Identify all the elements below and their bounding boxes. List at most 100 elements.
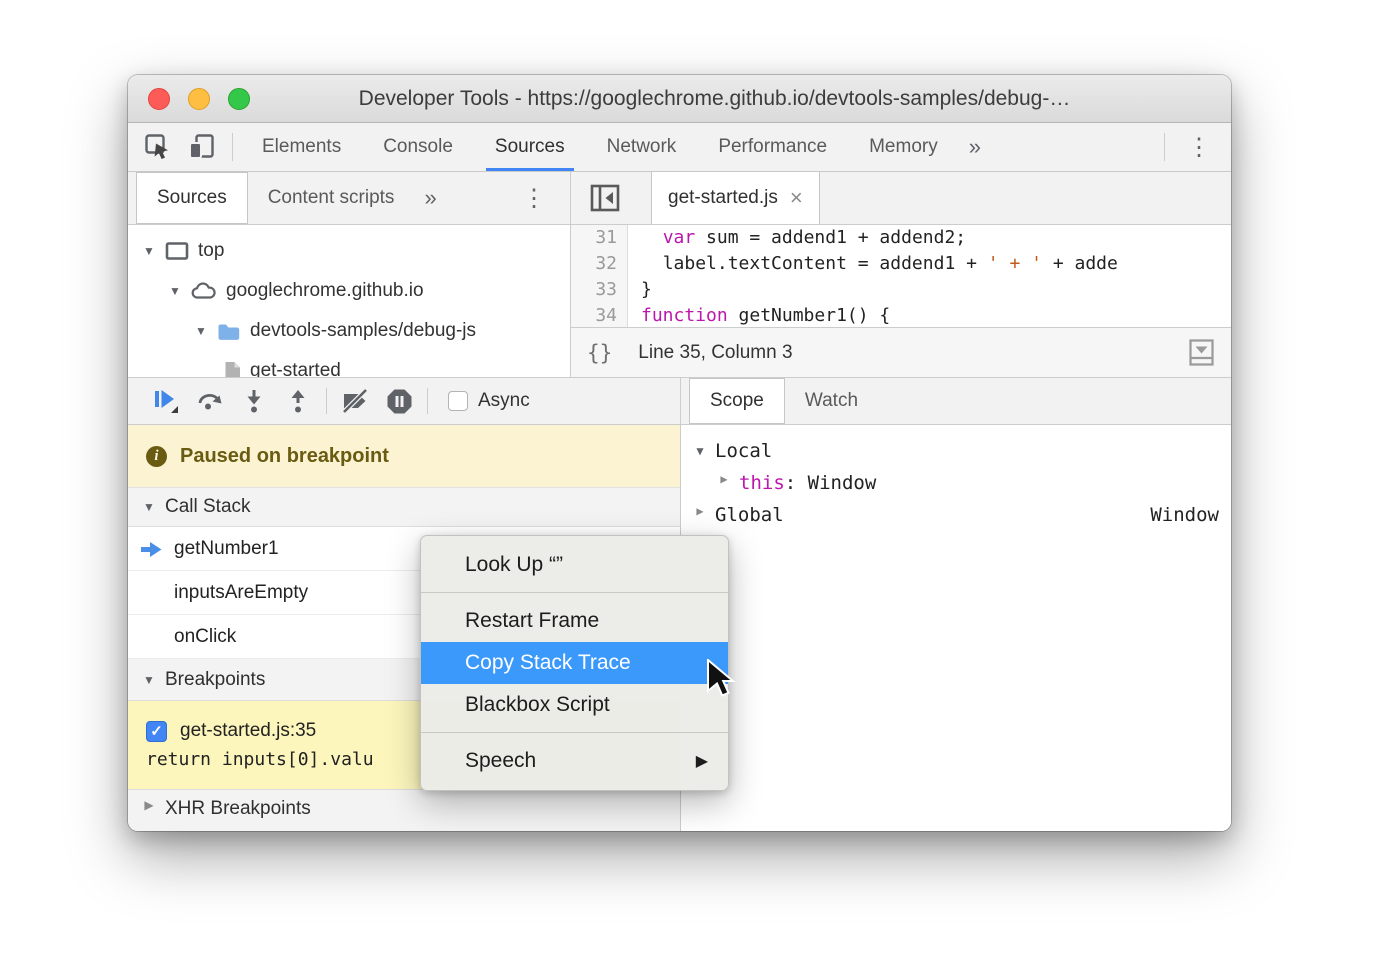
current-frame-arrow-icon [141,542,162,557]
menu-item-speech[interactable]: Speech ▶ [421,740,728,782]
minimize-window-button[interactable] [188,88,210,110]
toolbar-separator [326,388,327,414]
line-number[interactable]: 32 [571,251,628,277]
deactivate-breakpoints-icon [341,388,369,414]
window-title: Developer Tools - https://googlechrome.g… [128,87,1231,111]
tree-item-label: devtools-samples/debug-js [250,320,476,342]
stack-frame-label: onClick [174,626,236,648]
navigator-tab-sources[interactable]: Sources [136,172,248,224]
tree-item-file[interactable]: get-started [128,351,570,377]
file-tree: ▼ top ▼ googlechrome.github.io [128,225,570,377]
call-stack-title: Call Stack [165,496,251,518]
caret-down-icon: ▼ [142,244,156,258]
inspect-cursor-icon [144,133,172,161]
tab-elements[interactable]: Elements [241,123,362,171]
line-number[interactable]: 31 [571,225,628,251]
pause-on-exceptions-icon [386,388,413,415]
tab-network[interactable]: Network [586,123,698,171]
editor-tabstrip: get-started.js × [571,172,1231,225]
devtools-window: Developer Tools - https://googlechrome.g… [128,75,1231,831]
step-over-button[interactable] [188,383,232,419]
toolbar-divider [232,133,233,161]
xhr-breakpoints-title: XHR Breakpoints [165,798,311,820]
step-out-button[interactable] [276,383,320,419]
pause-on-exceptions-button[interactable] [377,383,421,419]
info-icon: i [146,446,167,467]
inspect-element-button[interactable] [136,123,180,171]
menu-item-copy-stack-trace[interactable]: Copy Stack Trace [421,642,728,684]
title-bar: Developer Tools - https://googlechrome.g… [128,75,1231,123]
xhr-breakpoints-header[interactable]: ▶ XHR Breakpoints [128,789,680,827]
toolbar-spacer [991,123,1156,171]
code-text: function getNumber1() { [628,303,890,327]
caret-down-icon: ▼ [194,324,208,338]
navigator-more-tabs-chevron[interactable]: » [414,185,446,211]
cloud-icon [191,282,217,300]
async-checkbox[interactable] [448,391,468,411]
pretty-print-button[interactable]: {} [587,341,612,365]
scope-tabstrip: Scope Watch [681,377,1231,425]
async-label: Async [478,390,530,412]
breakpoints-title: Breakpoints [165,669,265,691]
caret-right-icon: ▶ [717,472,731,494]
paused-banner: i Paused on breakpoint [128,425,680,487]
step-into-button[interactable] [232,383,276,419]
caret-down-icon: ▼ [142,500,156,514]
scope-tree: ▼ Local ▶ this: Window ▶ Global Window [681,425,1231,831]
expand-drawer-icon [1188,338,1215,367]
more-tabs-chevron[interactable]: » [959,123,991,171]
close-window-button[interactable] [148,88,170,110]
toolbar-divider-right [1164,133,1165,161]
tree-item-domain[interactable]: ▼ googlechrome.github.io [128,271,570,311]
scope-global-label: Global [715,504,784,526]
scope-global-row[interactable]: ▶ Global Window [681,499,1231,531]
scope-local-row[interactable]: ▼ Local [681,435,1231,467]
code-editor[interactable]: 31 var sum = addend1 + addend2; 32 label… [571,225,1231,327]
tree-item-folder[interactable]: ▼ devtools-samples/debug-js [128,311,570,351]
caret-down-icon: ▼ [168,284,182,298]
code-line-34: 34 function getNumber1() { [571,303,1231,327]
menu-separator [421,592,728,593]
scope-this-row[interactable]: ▶ this: Window [681,467,1231,499]
navigator-menu-button[interactable]: ⋮ [508,184,560,213]
context-menu: Look Up “” Restart Frame Copy Stack Trac… [420,535,729,791]
resume-icon [151,387,181,415]
deactivate-breakpoints-button[interactable] [333,383,377,419]
menu-item-restart-frame[interactable]: Restart Frame [421,600,728,642]
step-out-icon [285,388,311,414]
navigator-pane: Sources Content scripts » ⋮ ▼ top [128,172,571,377]
tree-item-label: get-started [250,360,341,377]
step-over-icon [196,388,224,414]
zoom-window-button[interactable] [228,88,250,110]
menu-item-look-up[interactable]: Look Up “” [421,544,728,586]
code-line-31: 31 var sum = addend1 + addend2; [571,225,1231,251]
menu-item-blackbox-script[interactable]: Blackbox Script [421,684,728,726]
toggle-device-toolbar-button[interactable] [180,123,224,171]
breakpoint-checkbox[interactable]: ✓ [146,721,167,742]
stack-frame-label: getNumber1 [174,538,279,560]
close-tab-icon[interactable]: × [790,187,803,209]
tab-sources[interactable]: Sources [474,123,586,171]
line-number[interactable]: 33 [571,277,628,303]
navigator-tab-content-scripts[interactable]: Content scripts [248,172,415,224]
tab-scope[interactable]: Scope [689,378,785,424]
call-stack-header[interactable]: ▼ Call Stack [128,487,680,527]
tab-memory[interactable]: Memory [848,123,959,171]
tree-item-label: googlechrome.github.io [226,280,424,302]
tab-console[interactable]: Console [362,123,474,171]
line-number[interactable]: 34 [571,303,628,327]
menu-separator [421,732,728,733]
editor-tab-get-started[interactable]: get-started.js × [651,172,820,224]
resume-script-button[interactable] [144,383,188,419]
tab-performance[interactable]: Performance [697,123,848,171]
tab-watch[interactable]: Watch [785,378,878,424]
editor-status-bar: {} Line 35, Column 3 [571,327,1231,377]
caret-right-icon: ▶ [693,504,707,526]
toggle-drawer-button[interactable] [1180,338,1223,367]
code-line-33: 33 } [571,277,1231,303]
traffic-lights [148,88,250,110]
tree-item-top[interactable]: ▼ top [128,231,570,271]
devtools-menu-button[interactable]: ⋮ [1173,123,1225,171]
toggle-navigator-button[interactable] [581,172,629,224]
step-into-icon [241,388,267,414]
